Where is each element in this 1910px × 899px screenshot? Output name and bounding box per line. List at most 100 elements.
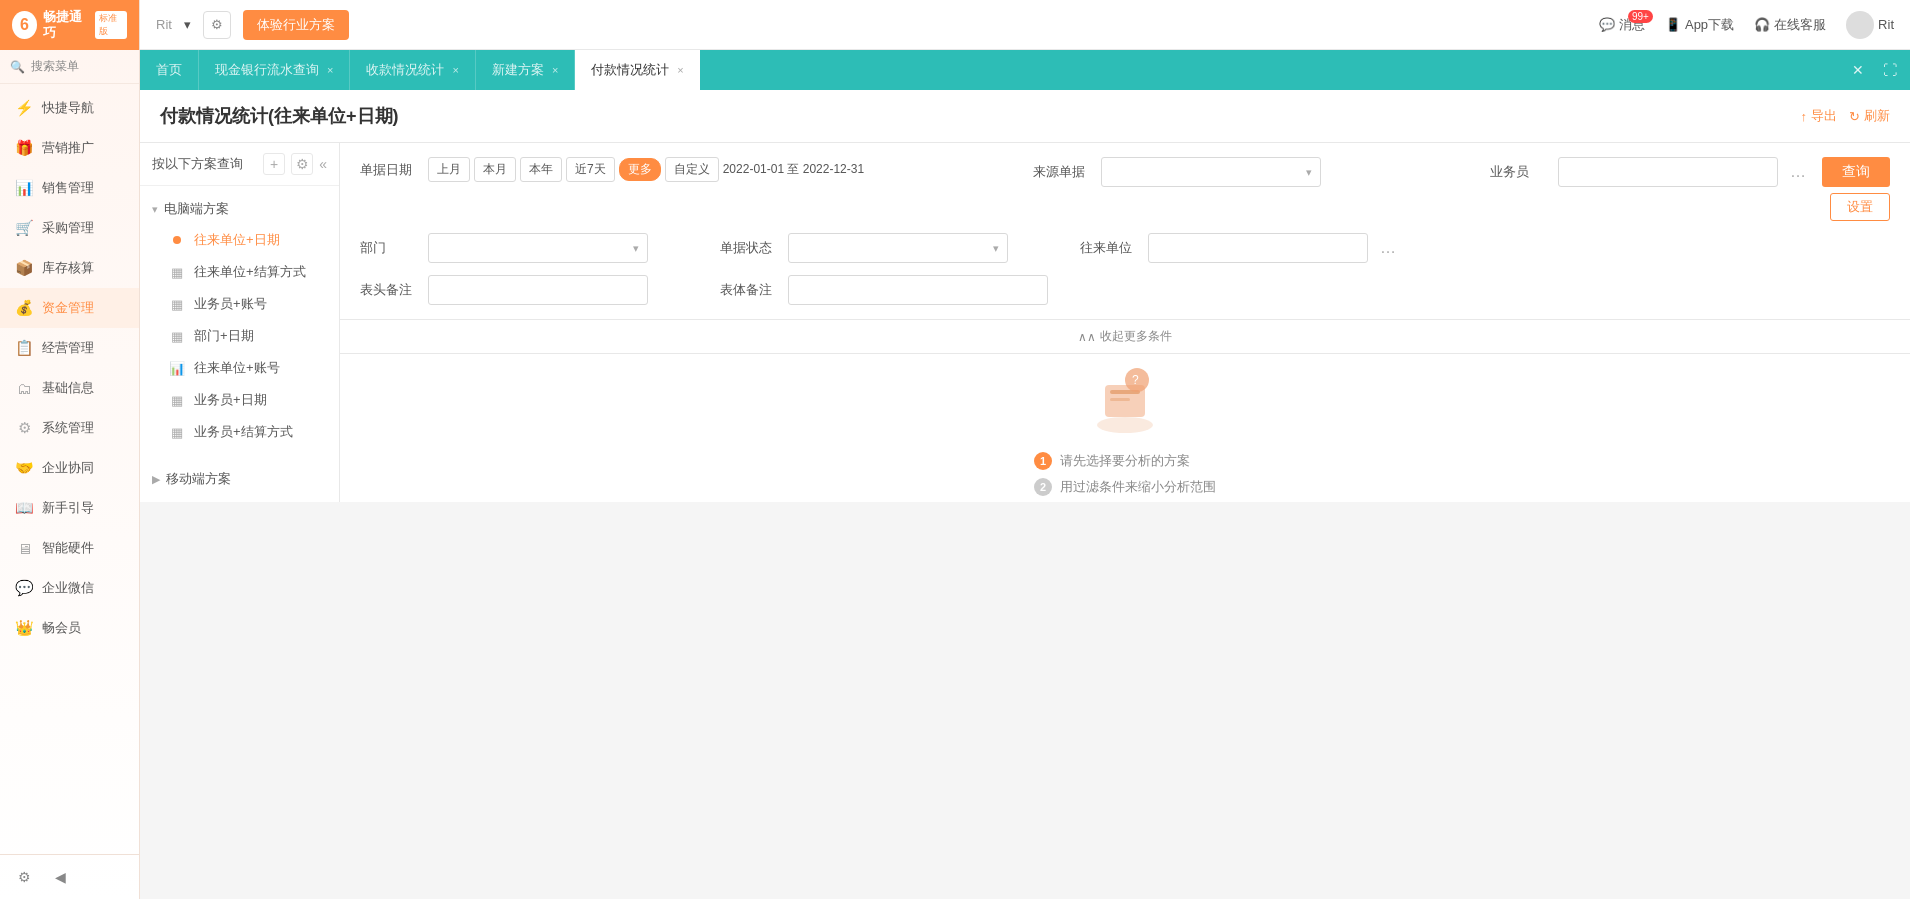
scheme-item-staff-account[interactable]: ▦ 业务员+账号: [140, 288, 339, 320]
sidebar-item-purchase[interactable]: 🛒 采购管理: [0, 208, 139, 248]
date-filter-label: 单据日期: [360, 161, 420, 179]
tab-home[interactable]: 首页: [140, 50, 199, 90]
staff-select[interactable]: [1558, 157, 1778, 187]
expand-tabs-btn[interactable]: ⛶: [1878, 58, 1902, 82]
scheme-item-staff-date[interactable]: ▦ 业务员+日期: [140, 384, 339, 416]
source-select[interactable]: ▾: [1101, 157, 1321, 187]
download-icon: 📱: [1665, 17, 1681, 32]
filter-settings-btn[interactable]: 设置: [1830, 193, 1890, 221]
last-month-btn[interactable]: 上月: [428, 157, 470, 182]
last-7-days-btn[interactable]: 近7天: [566, 157, 615, 182]
tab-actions: ✕ ⛶: [1838, 50, 1910, 90]
tab-new-scheme-label: 新建方案: [492, 61, 544, 79]
doc-status-filter-label: 单据状态: [720, 239, 780, 257]
topbar-selector[interactable]: ▾: [184, 17, 191, 32]
sidebar-logo: 6 畅捷通巧 标准版: [0, 0, 139, 50]
collapse-panel-btn[interactable]: «: [319, 156, 327, 172]
app-download-btn[interactable]: 📱 App下载: [1665, 16, 1734, 34]
dept-select[interactable]: ▾: [428, 233, 648, 263]
doc-status-select[interactable]: ▾: [788, 233, 1008, 263]
collapse-conditions-btn[interactable]: ∧∧ 收起更多条件: [340, 320, 1910, 354]
sidebar-item-quick-nav[interactable]: ⚡ 快捷导航: [0, 88, 139, 128]
topbar-settings-btn[interactable]: ⚙: [203, 11, 231, 39]
sidebar-item-operations[interactable]: 📋 经营管理: [0, 328, 139, 368]
scheme-settings-btn[interactable]: ⚙: [291, 153, 313, 175]
sidebar-item-sales[interactable]: 📊 销售管理: [0, 168, 139, 208]
header-note-input[interactable]: [428, 275, 648, 305]
close-all-tabs-btn[interactable]: ✕: [1846, 58, 1870, 82]
topbar-brand: Rit: [156, 17, 172, 32]
sidebar-item-system[interactable]: ⚙ 系统管理: [0, 408, 139, 448]
add-scheme-btn[interactable]: +: [263, 153, 285, 175]
scheme-item-unit-payment[interactable]: ▦ 往来单位+结算方式: [140, 256, 339, 288]
sidebar-item-enterprise[interactable]: 🤝 企业协同: [0, 448, 139, 488]
tab-bank-flow-label: 现金银行流水查询: [215, 61, 319, 79]
sidebar-item-guide[interactable]: 📖 新手引导: [0, 488, 139, 528]
sidebar-item-finance[interactable]: 💰 资金管理: [0, 288, 139, 328]
sidebar-item-wechat[interactable]: 💬 企业微信: [0, 568, 139, 608]
sidebar-item-label: 销售管理: [42, 179, 94, 197]
sidebar-nav: ⚡ 快捷导航 🎁 营销推广 📊 销售管理 🛒 采购管理 📦 库存核算 💰 资金管…: [0, 84, 139, 854]
scheme-item-unit-account[interactable]: 📊 往来单位+账号: [140, 352, 339, 384]
partner-more-btn[interactable]: …: [1380, 239, 1396, 257]
scheme-icon: ▦: [168, 295, 186, 313]
sidebar-item-label: 营销推广: [42, 139, 94, 157]
staff-more-btn[interactable]: …: [1790, 163, 1806, 181]
scheme-item-unit-date[interactable]: 往来单位+日期: [140, 224, 339, 256]
export-btn[interactable]: ↑ 导出: [1801, 107, 1838, 125]
sidebar-item-member[interactable]: 👑 畅会员: [0, 608, 139, 648]
tab-new-scheme-close[interactable]: ×: [552, 64, 558, 76]
tab-payment-stat[interactable]: 付款情况统计 ×: [575, 50, 699, 90]
source-filter-label: 来源单据: [1033, 163, 1093, 181]
partner-select[interactable]: [1148, 233, 1368, 263]
header-buttons: ↑ 导出 ↻ 刷新: [1801, 107, 1891, 125]
basic-info-icon: 🗂: [14, 378, 34, 398]
tab-payment-stat-close[interactable]: ×: [677, 64, 683, 76]
scheme-item-label: 业务员+日期: [194, 391, 267, 409]
export-label: 导出: [1811, 107, 1837, 125]
this-month-btn[interactable]: 本月: [474, 157, 516, 182]
empty-hints: 1 请先选择要分析的方案 2 用过滤条件来缩小分析范围: [1034, 452, 1216, 496]
tab-bank-flow-close[interactable]: ×: [327, 64, 333, 76]
settings-btn[interactable]: ⚙: [10, 863, 38, 891]
more-btn[interactable]: 更多: [619, 158, 661, 181]
collapse-sidebar-btn[interactable]: ◀: [46, 863, 74, 891]
right-panel: 单据日期 上月 本月 本年 近7天 更多 自定义 2022-01-01 至 20…: [340, 143, 1910, 502]
scheme-item-dept-date[interactable]: ▦ 部门+日期: [140, 320, 339, 352]
body-note-input[interactable]: [788, 275, 1048, 305]
custom-btn[interactable]: 自定义: [665, 157, 719, 182]
tab-bank-flow[interactable]: 现金银行流水查询 ×: [199, 50, 350, 90]
notifications-btn[interactable]: 💬 消息 99+: [1599, 16, 1645, 34]
body-note-filter: 表体备注: [720, 275, 1048, 305]
svg-text:?: ?: [1132, 373, 1139, 387]
group-arrow-icon: ▶: [152, 473, 160, 486]
sidebar-item-marketing[interactable]: 🎁 营销推广: [0, 128, 139, 168]
hint-text-2: 用过滤条件来缩小分析范围: [1060, 478, 1216, 496]
refresh-btn[interactable]: ↻ 刷新: [1849, 107, 1890, 125]
app-download-label: App下载: [1685, 16, 1734, 34]
date-filter: 单据日期 上月 本月 本年 近7天 更多 自定义 2022-01-01 至 20…: [360, 157, 864, 182]
this-year-btn[interactable]: 本年: [520, 157, 562, 182]
mobile-group-header[interactable]: ▶ 移动端方案: [140, 464, 339, 494]
scheme-item-staff-payment[interactable]: ▦ 业务员+结算方式: [140, 416, 339, 448]
search-menu[interactable]: 🔍 搜索菜单: [0, 50, 139, 84]
tab-receipt-stat-close[interactable]: ×: [452, 64, 458, 76]
user-avatar-area[interactable]: Rit: [1846, 11, 1894, 39]
sidebar-item-label: 快捷导航: [42, 99, 94, 117]
query-btn[interactable]: 查询: [1822, 157, 1890, 187]
logo-icon: 6: [12, 11, 37, 39]
trial-btn[interactable]: 体验行业方案: [243, 10, 349, 40]
tab-receipt-stat[interactable]: 收款情况统计 ×: [350, 50, 475, 90]
tab-home-label: 首页: [156, 61, 182, 79]
doc-status-arrow: ▾: [993, 242, 999, 255]
sidebar-item-hardware[interactable]: 🖥 智能硬件: [0, 528, 139, 568]
sidebar-item-label: 系统管理: [42, 419, 94, 437]
desktop-group-header[interactable]: ▾ 电脑端方案: [140, 194, 339, 224]
sidebar-item-basic-info[interactable]: 🗂 基础信息: [0, 368, 139, 408]
sidebar-item-inventory[interactable]: 📦 库存核算: [0, 248, 139, 288]
scheme-item-label: 业务员+结算方式: [194, 423, 293, 441]
finance-icon: 💰: [14, 298, 34, 318]
online-service-btn[interactable]: 🎧 在线客服: [1754, 16, 1826, 34]
tab-new-scheme[interactable]: 新建方案 ×: [476, 50, 575, 90]
member-icon: 👑: [14, 618, 34, 638]
